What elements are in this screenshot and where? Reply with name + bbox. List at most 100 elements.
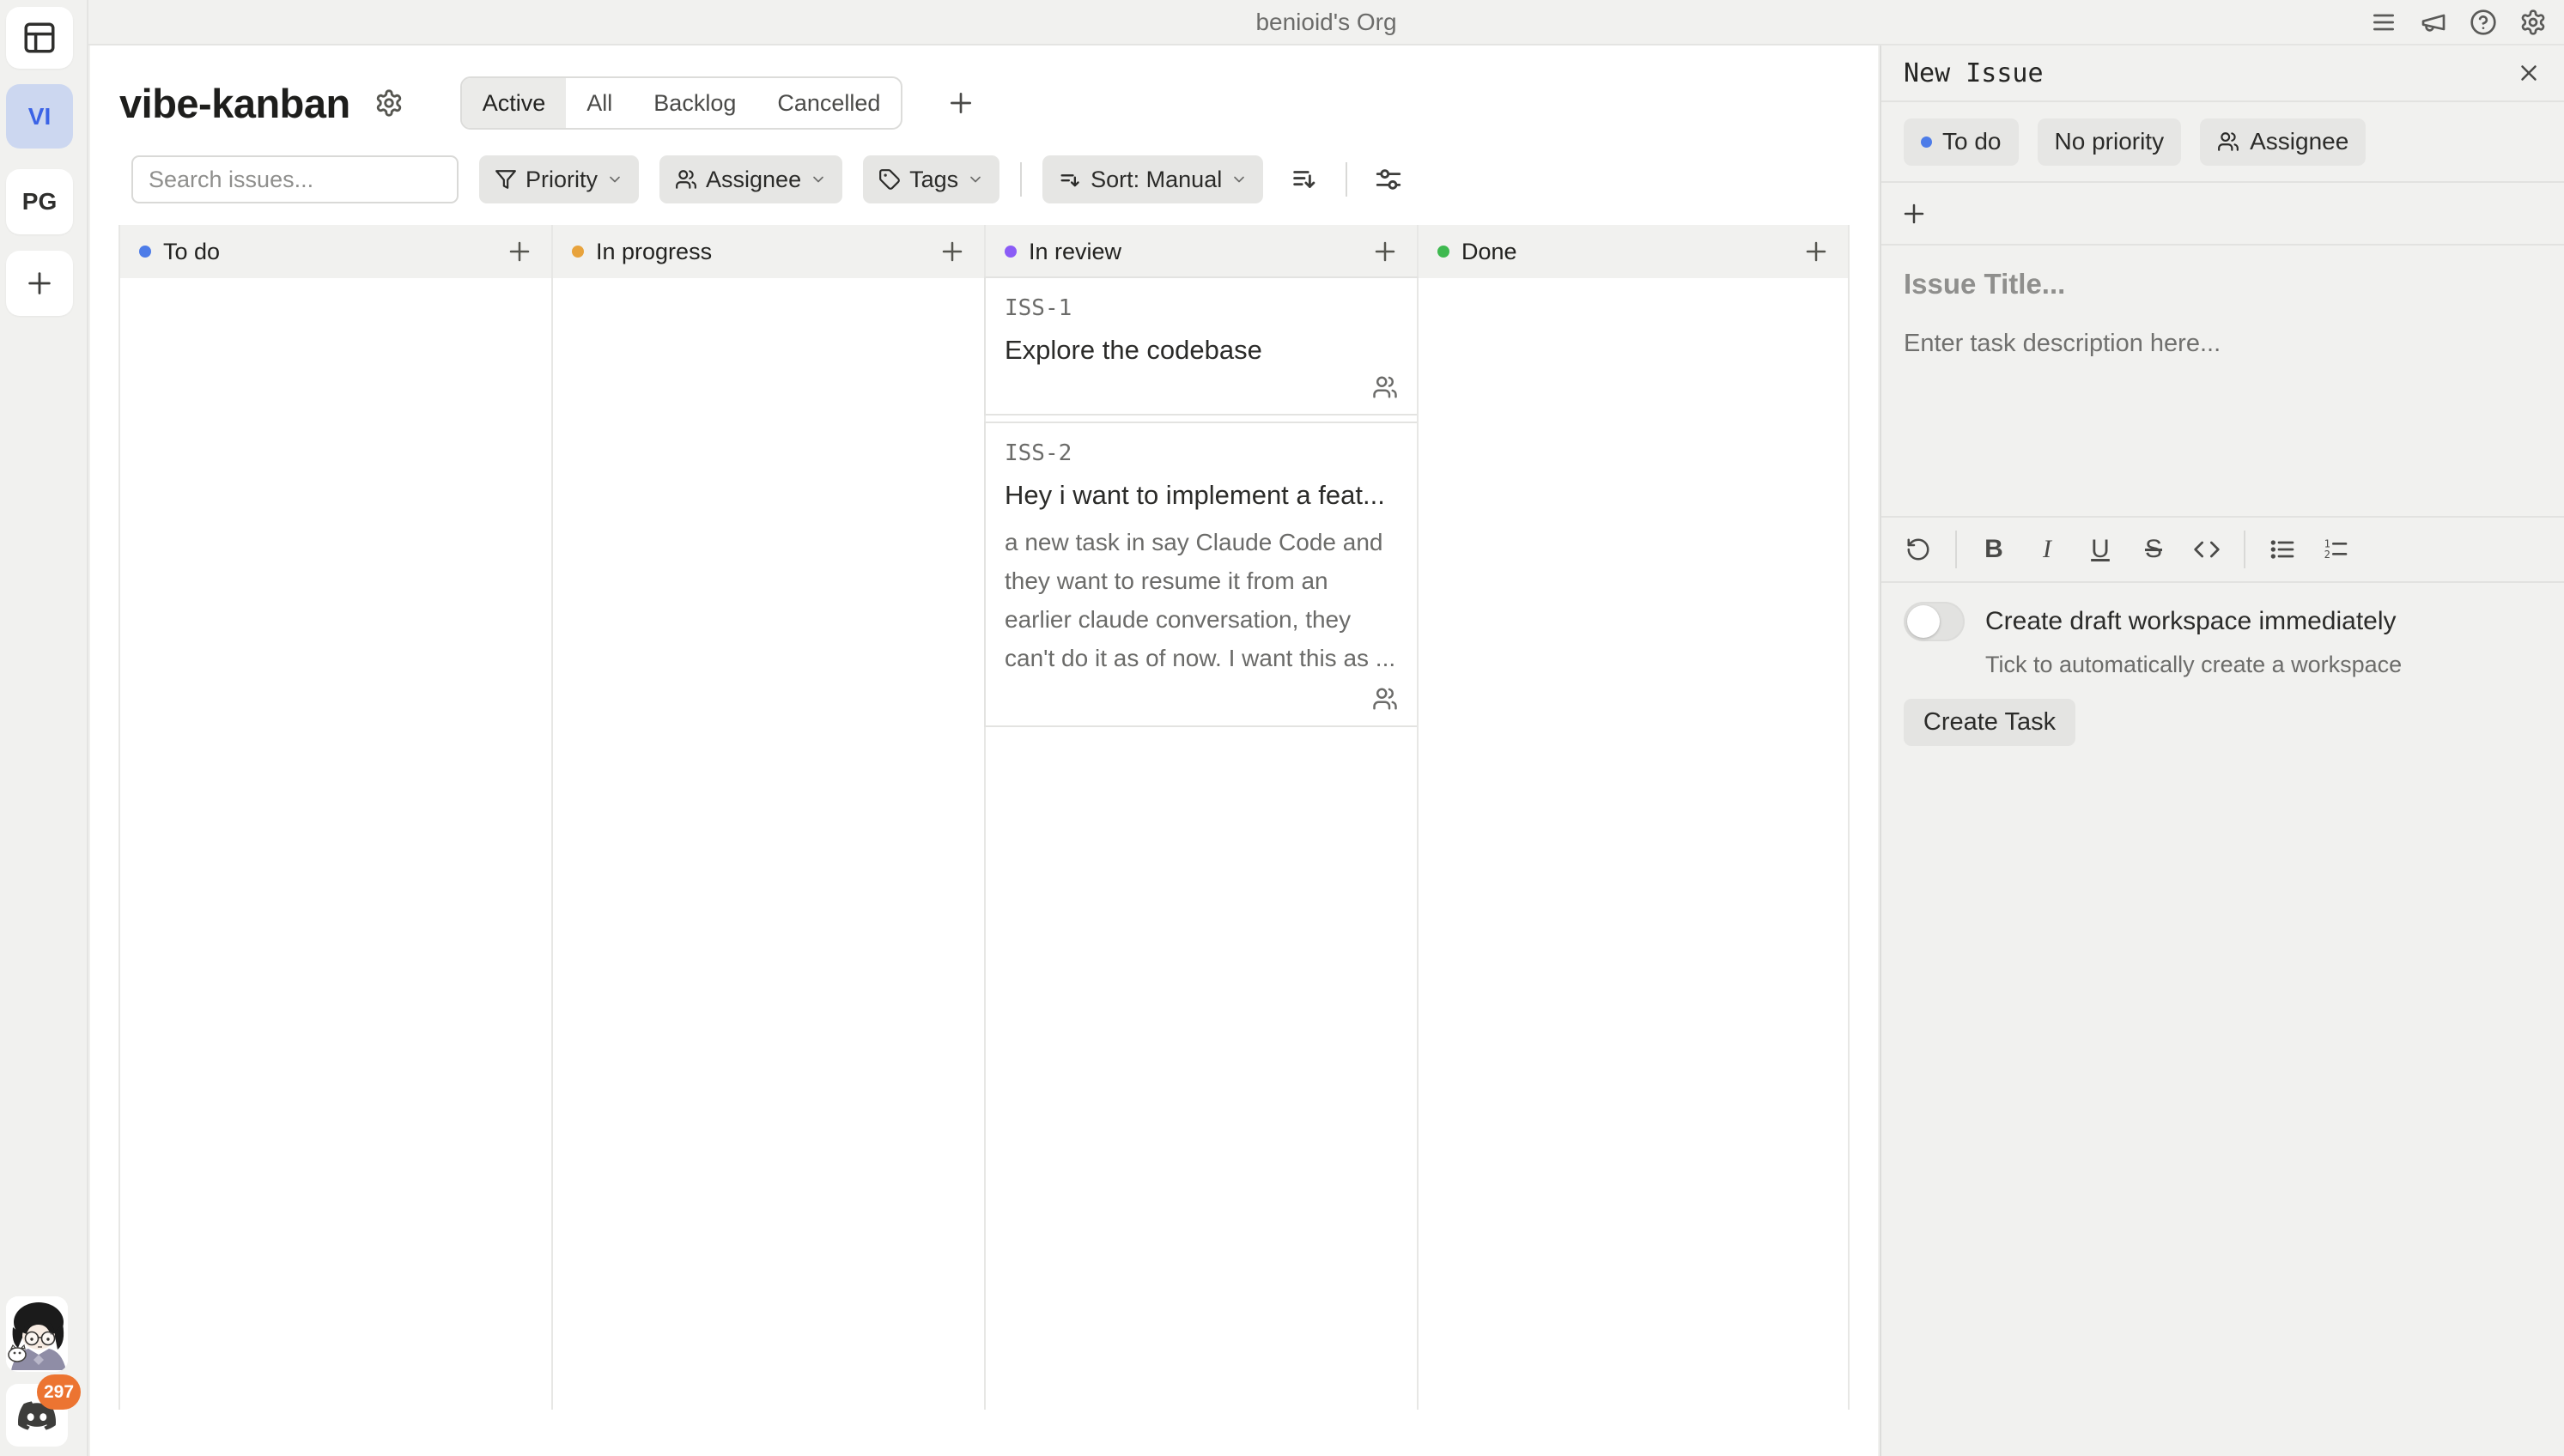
column-header-done: Done bbox=[1417, 225, 1850, 278]
tags-filter-label: Tags bbox=[909, 167, 958, 193]
priority-filter-label: Priority bbox=[526, 167, 598, 193]
add-field-button[interactable] bbox=[1897, 197, 1931, 231]
create-draft-workspace-toggle[interactable] bbox=[1904, 602, 1965, 641]
column-name: Done bbox=[1461, 239, 1517, 265]
org-title: benioid's Org bbox=[88, 9, 2564, 36]
issue-id: ISS-2 bbox=[1005, 440, 1398, 466]
gear-icon bbox=[2519, 9, 2547, 36]
settings-button[interactable] bbox=[2519, 9, 2547, 36]
hamburger-icon bbox=[2370, 9, 2397, 36]
left-rail: VI PG bbox=[0, 0, 88, 1456]
tab-cancelled[interactable]: Cancelled bbox=[756, 78, 901, 128]
undo-icon bbox=[1905, 537, 1931, 562]
strikethrough-button[interactable]: S bbox=[2130, 526, 2177, 573]
filter-icon bbox=[495, 168, 517, 191]
column-header-todo: To do bbox=[118, 225, 551, 278]
announcements-button[interactable] bbox=[2420, 9, 2447, 36]
issue-title-input[interactable]: Issue Title... bbox=[1904, 268, 2542, 300]
assignee-chip[interactable]: Assignee bbox=[2200, 118, 2366, 166]
bullet-list-button[interactable] bbox=[2259, 526, 2306, 573]
undo-button[interactable] bbox=[1895, 526, 1941, 573]
display-options-button[interactable] bbox=[1368, 159, 1409, 200]
chevron-down-icon bbox=[606, 171, 623, 188]
tab-backlog[interactable]: Backlog bbox=[633, 78, 756, 128]
create-task-button[interactable]: Create Task bbox=[1904, 699, 2075, 746]
tab-active[interactable]: Active bbox=[462, 78, 567, 128]
add-card-button[interactable] bbox=[939, 239, 965, 264]
project-settings-button[interactable] bbox=[374, 88, 404, 118]
column-name: To do bbox=[163, 239, 220, 265]
add-card-button[interactable] bbox=[1372, 239, 1398, 264]
workspace-item-vi[interactable]: VI bbox=[6, 84, 73, 149]
sort-icon bbox=[1058, 167, 1082, 191]
column-body-done bbox=[1417, 278, 1850, 1410]
priority-chip[interactable]: No priority bbox=[2038, 118, 2182, 166]
toggle-thumb bbox=[1907, 605, 1940, 638]
kanban-board: To do In progress In review bbox=[118, 225, 1850, 1410]
priority-filter-button[interactable]: Priority bbox=[479, 155, 639, 203]
issue-id: ISS-1 bbox=[1005, 295, 1398, 321]
column-header-in-review: In review bbox=[984, 225, 1417, 278]
add-workspace-button[interactable] bbox=[6, 251, 73, 316]
menu-button[interactable] bbox=[2370, 9, 2397, 36]
code-button[interactable] bbox=[2184, 526, 2230, 573]
underline-button[interactable]: U bbox=[2077, 526, 2124, 573]
status-dot bbox=[572, 246, 584, 258]
plus-icon bbox=[1372, 239, 1398, 264]
status-chip[interactable]: To do bbox=[1904, 118, 2019, 166]
chevron-down-icon bbox=[810, 171, 827, 188]
priority-chip-label: No priority bbox=[2055, 128, 2165, 155]
issue-card[interactable]: ISS-1 Explore the codebase bbox=[984, 276, 1419, 416]
column-body-in-review: ISS-1 Explore the codebase ISS-2 Hey i w… bbox=[984, 278, 1417, 1410]
plus-icon bbox=[25, 269, 54, 298]
plus-icon bbox=[947, 89, 975, 117]
numbered-list-button[interactable]: 12 bbox=[2312, 526, 2359, 573]
chevron-down-icon bbox=[1230, 171, 1248, 188]
italic-button[interactable]: I bbox=[2024, 526, 2070, 573]
tag-icon bbox=[878, 168, 901, 191]
add-view-button[interactable] bbox=[947, 89, 975, 117]
status-chip-label: To do bbox=[1942, 128, 2002, 155]
panel-layout-button[interactable] bbox=[6, 7, 73, 69]
issue-description-input[interactable]: Enter task description here... bbox=[1904, 330, 2542, 358]
assignee-filter-label: Assignee bbox=[706, 167, 801, 193]
issue-card[interactable]: ISS-2 Hey i want to implement a feat... … bbox=[984, 422, 1419, 727]
plus-icon bbox=[939, 239, 965, 264]
bullet-list-icon bbox=[2269, 536, 2296, 563]
close-panel-button[interactable] bbox=[2516, 60, 2542, 86]
help-button[interactable] bbox=[2470, 9, 2497, 36]
bold-button[interactable]: B bbox=[1971, 526, 2017, 573]
issue-description: a new task in say Claude Code and they w… bbox=[1005, 523, 1398, 677]
sliders-icon bbox=[1374, 165, 1403, 194]
users-icon bbox=[675, 168, 697, 191]
tab-all[interactable]: All bbox=[566, 78, 633, 128]
add-card-button[interactable] bbox=[507, 239, 532, 264]
toggle-label: Create draft workspace immediately bbox=[1985, 607, 2397, 636]
status-dot bbox=[1921, 136, 1932, 148]
workspace-label: PG bbox=[22, 188, 57, 215]
assignee-filter-button[interactable]: Assignee bbox=[659, 155, 842, 203]
numbered-list-icon: 12 bbox=[2322, 536, 2349, 563]
workspace-item-pg[interactable]: PG bbox=[6, 169, 73, 234]
column-body-in-progress bbox=[551, 278, 984, 1410]
toggle-help-text: Tick to automatically create a workspace bbox=[1881, 641, 2564, 678]
add-card-button[interactable] bbox=[1803, 239, 1829, 264]
column-name: In review bbox=[1029, 239, 1121, 265]
search-input[interactable] bbox=[131, 155, 459, 203]
user-avatar[interactable] bbox=[6, 1296, 68, 1372]
divider bbox=[1020, 162, 1022, 197]
divider bbox=[1346, 162, 1347, 197]
column-header-in-progress: In progress bbox=[551, 225, 984, 278]
tags-filter-button[interactable]: Tags bbox=[863, 155, 999, 203]
sort-button[interactable]: Sort: Manual bbox=[1042, 155, 1263, 203]
topbar: benioid's Org bbox=[88, 0, 2564, 46]
plus-icon bbox=[1803, 239, 1829, 264]
status-dot bbox=[1437, 246, 1449, 258]
sort-direction-button[interactable] bbox=[1284, 159, 1325, 200]
plus-icon bbox=[507, 239, 532, 264]
column-body-todo bbox=[118, 278, 551, 1410]
italic-icon: I bbox=[2043, 535, 2051, 564]
status-dot bbox=[139, 246, 151, 258]
svg-text:2: 2 bbox=[2324, 549, 2330, 561]
divider bbox=[1955, 531, 1957, 568]
